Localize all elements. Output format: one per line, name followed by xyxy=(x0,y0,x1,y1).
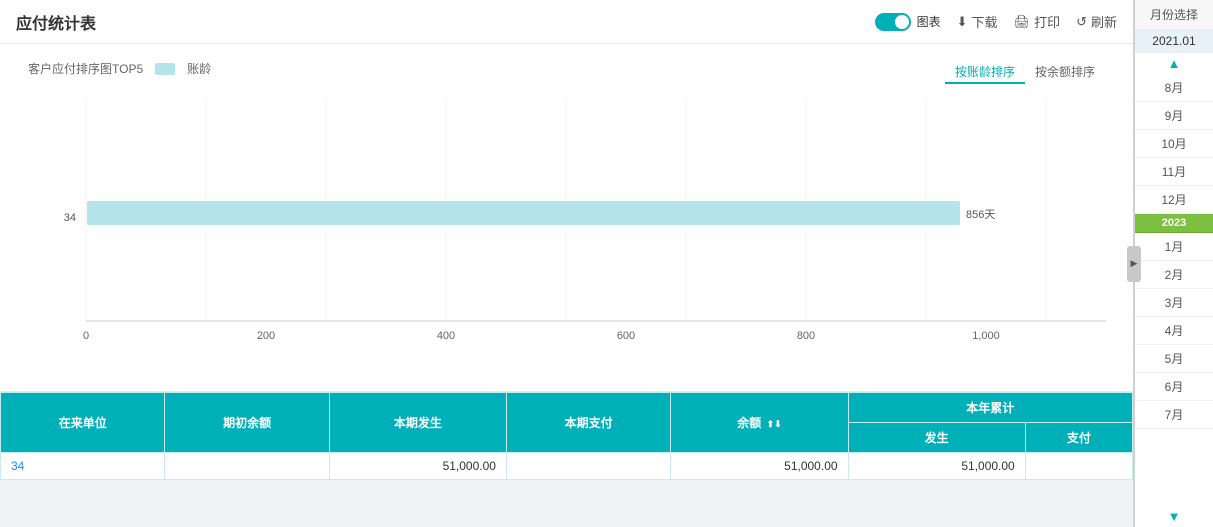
sort-by-age-button[interactable]: 按账龄排序 xyxy=(945,61,1025,84)
balance-sort-icon: ⬆⬇ xyxy=(767,419,782,429)
col-ytd-occur: 发生 xyxy=(848,423,1025,453)
table-row: 34 51,000.00 51,000.00 51,000.00 xyxy=(1,453,1133,480)
cell-current-pay xyxy=(506,453,670,480)
month-list: 8月9月10月11月12月20231月2月3月4月5月6月7月 xyxy=(1135,74,1213,506)
right-panel: ▶ 月份选择 2021.01 ▲ 8月9月10月11月12月20231月2月3月… xyxy=(1133,0,1213,527)
scroll-down-button[interactable]: ▼ xyxy=(1135,506,1213,527)
svg-text:200: 200 xyxy=(257,330,275,342)
table-header-main: 在来单位 期初余额 本期发生 本期支付 余额 ⬆⬇ 本年累计 xyxy=(1,393,1133,423)
scroll-up-button[interactable]: ▲ xyxy=(1135,53,1213,74)
month-item[interactable]: 2月 xyxy=(1135,261,1213,289)
svg-text:856天: 856天 xyxy=(966,209,995,221)
cell-opening xyxy=(165,453,329,480)
chart-toggle-label: 图表 xyxy=(917,13,941,30)
chart-sort-buttons: 按账龄排序 按余额排序 xyxy=(945,61,1105,84)
col-ytd: 本年累计 xyxy=(848,393,1132,423)
cell-balance: 51,000.00 xyxy=(671,453,848,480)
download-icon: ⬇ xyxy=(957,14,968,30)
refresh-label: 刷新 xyxy=(1091,12,1117,31)
month-item[interactable]: 2023 xyxy=(1135,214,1213,233)
chart-topbar: 客户应付排序图TOP5 账龄 按账龄排序 按余额排序 xyxy=(16,54,1117,91)
cell-origin[interactable]: 34 xyxy=(1,453,165,480)
month-item[interactable]: 6月 xyxy=(1135,373,1213,401)
table-body: 34 51,000.00 51,000.00 51,000.00 xyxy=(1,453,1133,480)
month-item[interactable]: 8月 xyxy=(1135,74,1213,102)
print-icon: 🖨 xyxy=(1014,14,1031,30)
chevron-right-icon: ▶ xyxy=(1131,258,1138,269)
month-item[interactable]: 7月 xyxy=(1135,401,1213,429)
month-item[interactable]: 12月 xyxy=(1135,186,1213,214)
chevron-up-icon: ▲ xyxy=(1168,56,1181,71)
refresh-button[interactable]: ↺ 刷新 xyxy=(1076,12,1117,31)
current-month-display[interactable]: 2021.01 xyxy=(1135,30,1213,53)
col-origin: 在来单位 xyxy=(1,393,165,453)
legend-color-box xyxy=(155,63,175,75)
page-title: 应付统计表 xyxy=(16,10,96,34)
refresh-icon: ↺ xyxy=(1076,14,1087,30)
chart-toggle-wrap[interactable]: 图表 xyxy=(875,13,941,31)
col-balance: 余额 ⬆⬇ xyxy=(671,393,848,453)
table-section: 在来单位 期初余额 本期发生 本期支付 余额 ⬆⬇ 本年累计 发生 支付 xyxy=(0,391,1133,527)
month-item[interactable]: 10月 xyxy=(1135,130,1213,158)
svg-text:400: 400 xyxy=(437,330,455,342)
month-item[interactable]: 3月 xyxy=(1135,289,1213,317)
cell-current-occur: 51,000.00 xyxy=(329,453,506,480)
download-label: 下载 xyxy=(972,12,998,31)
month-item[interactable]: 11月 xyxy=(1135,158,1213,186)
chart-legend: 客户应付排序图TOP5 账龄 xyxy=(28,60,211,77)
month-item[interactable]: 9月 xyxy=(1135,102,1213,130)
col-ytd-pay: 支付 xyxy=(1025,423,1132,453)
panel-collapse-button[interactable]: ▶ xyxy=(1127,246,1141,282)
sort-by-balance-button[interactable]: 按余额排序 xyxy=(1025,61,1105,84)
col-opening: 期初余额 xyxy=(165,393,329,453)
chevron-down-icon: ▼ xyxy=(1168,509,1181,524)
bar-chart-svg: 34 856天 0 200 400 600 800 1,000 xyxy=(26,91,1117,361)
svg-text:1,000: 1,000 xyxy=(972,330,1000,342)
chart-legend-title: 客户应付排序图TOP5 xyxy=(28,60,143,77)
download-button[interactable]: ⬇ 下载 xyxy=(957,12,998,31)
print-label: 打印 xyxy=(1034,12,1060,31)
month-item[interactable]: 5月 xyxy=(1135,345,1213,373)
data-table: 在来单位 期初余额 本期发生 本期支付 余额 ⬆⬇ 本年累计 发生 支付 xyxy=(0,392,1133,480)
svg-text:0: 0 xyxy=(83,330,89,342)
month-selector-title: 月份选择 xyxy=(1135,0,1213,30)
print-button[interactable]: 🖨 打印 xyxy=(1014,12,1061,31)
legend-label: 账龄 xyxy=(187,60,211,77)
cell-ytd-occur: 51,000.00 xyxy=(848,453,1025,480)
col-current-occur: 本期发生 xyxy=(329,393,506,453)
month-item[interactable]: 1月 xyxy=(1135,233,1213,261)
svg-text:34: 34 xyxy=(64,212,76,224)
chart-toggle[interactable] xyxy=(875,13,911,31)
month-item[interactable]: 4月 xyxy=(1135,317,1213,345)
cell-ytd-pay xyxy=(1025,453,1132,480)
svg-text:800: 800 xyxy=(797,330,815,342)
svg-text:600: 600 xyxy=(617,330,635,342)
header-actions: 图表 ⬇ 下载 🖨 打印 ↺ 刷新 xyxy=(875,12,1117,31)
chart-section: 客户应付排序图TOP5 账龄 按账龄排序 按余额排序 xyxy=(0,44,1133,391)
bar-chart-container: 34 856天 0 200 400 600 800 1,000 xyxy=(26,91,1117,381)
col-current-pay: 本期支付 xyxy=(506,393,670,453)
